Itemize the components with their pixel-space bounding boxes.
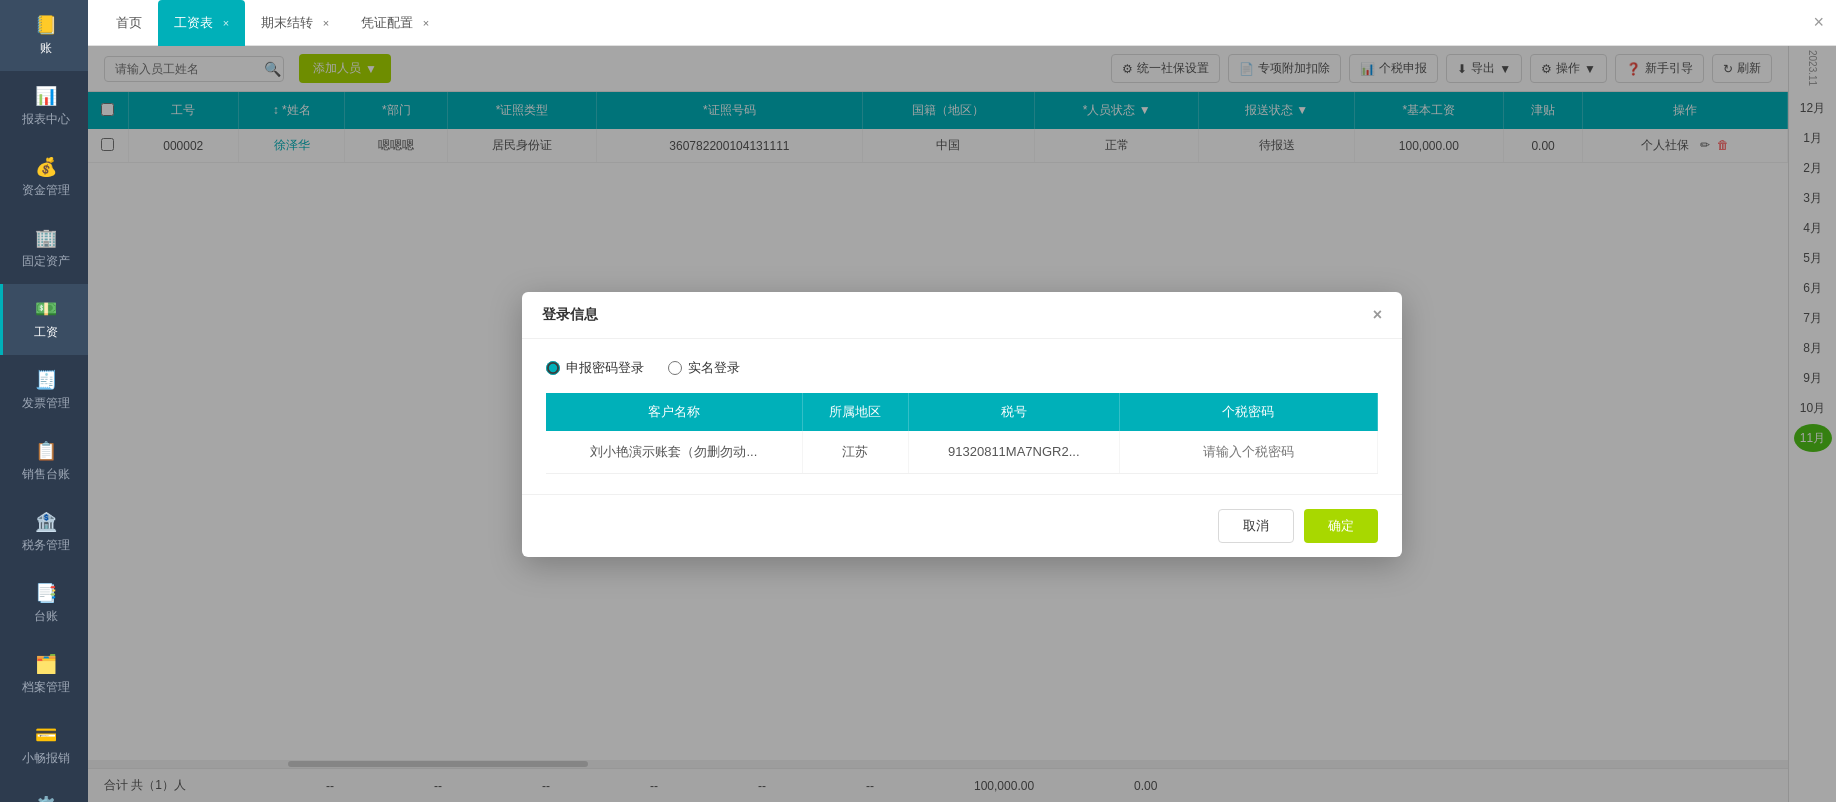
tab-salary-close[interactable]: ×: [223, 17, 229, 29]
sales-icon: 📋: [3, 440, 88, 462]
sidebar-item-salary[interactable]: 💵 工资: [0, 284, 88, 355]
radio-password-login[interactable]: 申报密码登录: [546, 359, 644, 377]
sidebar-item-account[interactable]: 📒 账: [0, 0, 88, 71]
dialog-cell-region: 江苏: [802, 431, 908, 474]
sidebar-item-archive[interactable]: 🗂️ 档案管理: [0, 639, 88, 710]
cancel-button[interactable]: 取消: [1218, 509, 1294, 543]
window-close-button[interactable]: ×: [1813, 12, 1824, 33]
tab-salary[interactable]: 工资表 ×: [158, 0, 245, 46]
radio-realname-login[interactable]: 实名登录: [668, 359, 740, 377]
archive-icon: 🗂️: [3, 653, 88, 675]
dialog-col-password: 个税密码: [1119, 393, 1377, 431]
dialog-close-button[interactable]: ×: [1373, 306, 1382, 324]
sidebar: 📒 账 📊 报表中心 💰 资金管理 🏢 固定资产 💵 工资 🧾 发票管理 📋 销…: [0, 0, 88, 802]
tab-voucher-close[interactable]: ×: [423, 17, 429, 29]
ledger-icon: 📑: [3, 582, 88, 604]
dialog-cell-client: 刘小艳演示账套（勿删勿动...: [546, 431, 802, 474]
dialog-cell-taxid: 91320811MA7NGR2...: [908, 431, 1119, 474]
sidebar-item-report[interactable]: 📊 报表中心: [0, 71, 88, 142]
content-area: 🔍 添加人员 ▼ ⚙ 统一社保设置 📄 专项附加扣除 📊 个税申报: [88, 46, 1836, 802]
fund-icon: 💰: [3, 156, 88, 178]
dialog-cell-password[interactable]: [1119, 431, 1377, 474]
sidebar-item-invoice[interactable]: 🧾 发票管理: [0, 355, 88, 426]
dialog-col-region: 所属地区: [802, 393, 908, 431]
login-dialog: 登录信息 × 申报密码登录 实名登录: [522, 292, 1402, 557]
dialog-overlay: 登录信息 × 申报密码登录 实名登录: [88, 46, 1836, 802]
sidebar-item-ledger[interactable]: 📑 台账: [0, 568, 88, 639]
assets-icon: 🏢: [3, 227, 88, 249]
dialog-client-table: 客户名称 所属地区 税号 个税密码 刘小艳演示账套（勿删勿动... 江苏 913…: [546, 393, 1378, 474]
tab-period-close-btn[interactable]: ×: [323, 17, 329, 29]
sidebar-item-assets[interactable]: 🏢 固定资产: [0, 213, 88, 284]
dialog-footer: 取消 确定: [522, 494, 1402, 557]
sidebar-item-tax[interactable]: 🏦 税务管理: [0, 497, 88, 568]
tab-voucher[interactable]: 凭证配置 ×: [345, 0, 445, 46]
dialog-header: 登录信息 ×: [522, 292, 1402, 339]
radio-realname-input[interactable]: [668, 361, 682, 375]
main-area: 首页 工资表 × 期末结转 × 凭证配置 × × 🔍 添加人员 ▼: [88, 0, 1836, 802]
invoice-icon: 🧾: [3, 369, 88, 391]
report-icon: 📊: [3, 85, 88, 107]
expense-icon: 💳: [3, 724, 88, 746]
tab-period-close[interactable]: 期末结转 ×: [245, 0, 345, 46]
sidebar-item-sales[interactable]: 📋 销售台账: [0, 426, 88, 497]
login-type-group: 申报密码登录 实名登录: [546, 359, 1378, 377]
radio-password-input[interactable]: [546, 361, 560, 375]
password-input[interactable]: [1134, 444, 1363, 459]
account-icon: 📒: [3, 14, 88, 36]
dialog-table-row: 刘小艳演示账套（勿删勿动... 江苏 91320811MA7NGR2...: [546, 431, 1378, 474]
settings-icon: ⚙️: [3, 795, 88, 802]
salary-icon: 💵: [3, 298, 88, 320]
sidebar-item-settings[interactable]: ⚙️ 设置: [0, 781, 88, 802]
dialog-title: 登录信息: [542, 306, 598, 324]
top-bar: 首页 工资表 × 期末结转 × 凭证配置 × ×: [88, 0, 1836, 46]
tax-icon: 🏦: [3, 511, 88, 533]
dialog-col-client: 客户名称: [546, 393, 802, 431]
dialog-body: 申报密码登录 实名登录 客户名称 所属地区 税号: [522, 339, 1402, 494]
dialog-col-taxid: 税号: [908, 393, 1119, 431]
sidebar-item-expense[interactable]: 💳 小畅报销: [0, 710, 88, 781]
confirm-button[interactable]: 确定: [1304, 509, 1378, 543]
tab-home[interactable]: 首页: [100, 0, 158, 46]
sidebar-item-fund[interactable]: 💰 资金管理: [0, 142, 88, 213]
